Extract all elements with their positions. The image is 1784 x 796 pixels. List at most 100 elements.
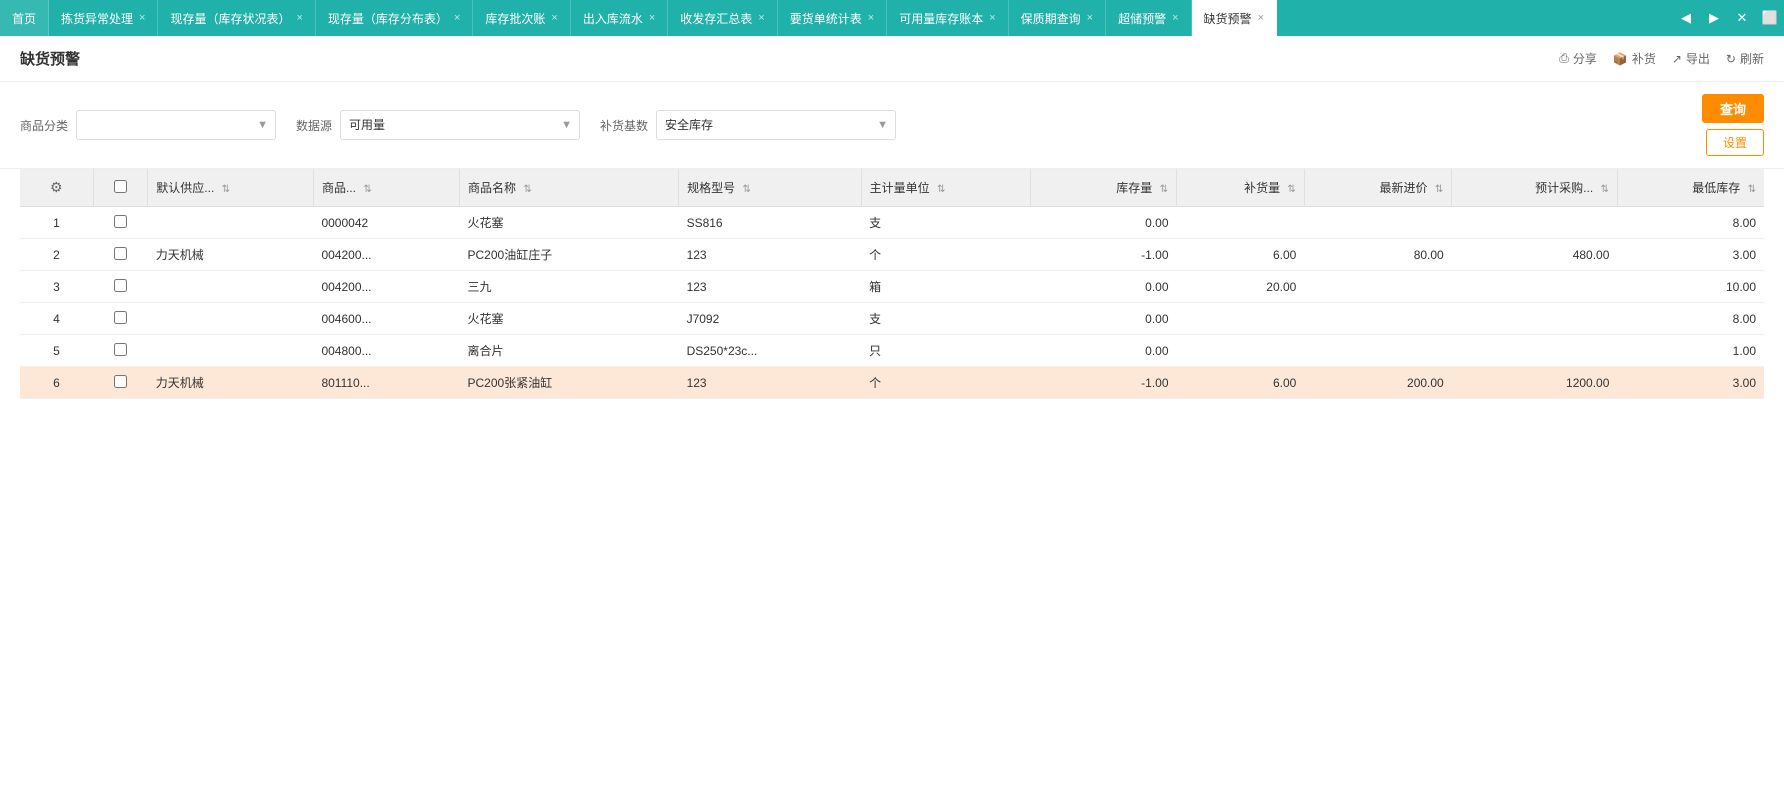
tab-close-receive-summary[interactable]: × (758, 12, 764, 24)
table-row: 1 0000042 火花塞 SS816 支 0.00 8.00 (20, 207, 1764, 239)
share-button[interactable]: ⎙ 分享 (1559, 50, 1597, 67)
row-estimated-purchase: 1200.00 (1452, 367, 1618, 399)
row-checkbox[interactable] (114, 343, 127, 356)
row-spec: DS250*23c... (679, 335, 862, 367)
row-checkbox[interactable] (114, 279, 127, 292)
min-stock-sort-icon[interactable]: ⇅ (1748, 184, 1756, 195)
replenish-base-select[interactable]: 安全库存 最低库存 (656, 110, 896, 140)
tab-nav-buttons: ◀ ▶ ✕ ⬜ (1672, 0, 1784, 36)
filter-bar: 商品分类 ▼ 数据源 可用量 库存量 ▼ 补货基数 安全库 (0, 82, 1784, 169)
replenish-base-filter-group: 补货基数 安全库存 最低库存 ▼ (600, 110, 896, 140)
row-latest-price: 200.00 (1304, 367, 1451, 399)
tab-available-ledger[interactable]: 可用量库存账本 × (887, 0, 1008, 36)
row-stock: 0.00 (1030, 335, 1176, 367)
row-index: 6 (20, 367, 93, 399)
row-index: 5 (20, 335, 93, 367)
table-body: 1 0000042 火花塞 SS816 支 0.00 8.00 2 力天机械 0… (20, 207, 1764, 399)
row-estimated-purchase (1452, 271, 1618, 303)
tab-shortage-warning[interactable]: 缺货预警 × (1192, 0, 1277, 36)
row-name: PC200张紧油缸 (460, 367, 679, 399)
row-unit: 支 (861, 303, 1030, 335)
tab-inout-flow[interactable]: 出入库流水 × (571, 0, 668, 36)
latest-price-sort-icon[interactable]: ⇅ (1435, 184, 1443, 195)
tab-close-batch-account[interactable]: × (551, 12, 557, 24)
row-stock: -1.00 (1030, 239, 1176, 271)
code-sort-icon[interactable]: ⇅ (363, 184, 371, 195)
row-checkbox[interactable] (114, 311, 127, 324)
datasource-select[interactable]: 可用量 库存量 (340, 110, 580, 140)
data-table: ⚙ 默认供应... ⇅ 商品... ⇅ 商品名称 ⇅ (20, 169, 1764, 399)
replenish-button[interactable]: 📦 补货 (1613, 50, 1656, 67)
tab-close-inventory-dist[interactable]: × (454, 12, 460, 24)
col-min-stock-header: 最低库存 ⇅ (1617, 169, 1764, 207)
row-stock: 0.00 (1030, 271, 1176, 303)
unit-sort-icon[interactable]: ⇅ (937, 184, 945, 195)
spec-sort-icon[interactable]: ⇅ (742, 184, 750, 195)
tab-prev-button[interactable]: ◀ (1672, 0, 1700, 36)
tab-expiry-query[interactable]: 保质期查询 × (1009, 0, 1106, 36)
row-name: PC200油缸庄子 (460, 239, 679, 271)
row-unit: 个 (861, 239, 1030, 271)
row-estimated-purchase (1452, 303, 1618, 335)
row-min-stock: 3.00 (1617, 367, 1764, 399)
row-supplier: 力天机械 (148, 239, 314, 271)
row-min-stock: 8.00 (1617, 207, 1764, 239)
row-check-cell (93, 271, 148, 303)
row-latest-price: 80.00 (1304, 239, 1451, 271)
tab-close-demand-stats[interactable]: × (868, 12, 874, 24)
tab-close-abnormal[interactable]: × (139, 12, 145, 24)
tab-home[interactable]: 首页 (0, 0, 49, 36)
row-min-stock: 10.00 (1617, 271, 1764, 303)
estimated-sort-icon[interactable]: ⇅ (1601, 184, 1609, 195)
row-spec: SS816 (679, 207, 862, 239)
stock-sort-icon[interactable]: ⇅ (1160, 184, 1168, 195)
row-checkbox[interactable] (114, 247, 127, 260)
refresh-button[interactable]: ↻ 刷新 (1726, 50, 1764, 67)
tab-next-button[interactable]: ▶ (1700, 0, 1728, 36)
row-checkbox[interactable] (114, 215, 127, 228)
row-spec: J7092 (679, 303, 862, 335)
category-label: 商品分类 (20, 117, 68, 134)
col-name-header: 商品名称 ⇅ (460, 169, 679, 207)
table-row: 3 004200... 三九 123 箱 0.00 20.00 10.00 (20, 271, 1764, 303)
category-select[interactable] (76, 110, 276, 140)
row-index: 2 (20, 239, 93, 271)
tab-receive-summary[interactable]: 收发存汇总表 × (668, 0, 777, 36)
name-sort-icon[interactable]: ⇅ (523, 184, 531, 195)
tab-inventory-status[interactable]: 现存量（库存状况表） × (158, 0, 315, 36)
tab-close-overstock-warning[interactable]: × (1172, 12, 1178, 24)
row-check-cell (93, 367, 148, 399)
col-estimated-header: 预计采购... ⇅ (1452, 169, 1618, 207)
tab-close-inout-flow[interactable]: × (649, 12, 655, 24)
supplier-sort-icon[interactable]: ⇅ (222, 184, 230, 195)
row-stock: 0.00 (1030, 303, 1176, 335)
gear-settings-button[interactable]: ⚙ (48, 177, 65, 198)
tab-close-shortage-warning[interactable]: × (1258, 12, 1264, 24)
tab-abnormal[interactable]: 拣货异常处理 × (49, 0, 158, 36)
row-checkbox[interactable] (114, 375, 127, 388)
export-button[interactable]: ↗ 导出 (1672, 50, 1710, 67)
row-name: 三九 (460, 271, 679, 303)
row-unit: 箱 (861, 271, 1030, 303)
tab-inventory-dist[interactable]: 现存量（库存分布表） × (316, 0, 473, 36)
tab-close-available-ledger[interactable]: × (989, 12, 995, 24)
col-supplier-header: 默认供应... ⇅ (148, 169, 314, 207)
tab-close-expiry-query[interactable]: × (1087, 12, 1093, 24)
tab-demand-stats[interactable]: 要货单统计表 × (778, 0, 887, 36)
header-actions: ⎙ 分享 📦 补货 ↗ 导出 ↻ 刷新 (1559, 50, 1764, 67)
settings-button[interactable]: 设置 (1706, 129, 1764, 156)
row-supplier: 力天机械 (148, 367, 314, 399)
replenish-base-label: 补货基数 (600, 117, 648, 134)
tab-close-inventory-status[interactable]: × (296, 12, 302, 24)
row-name: 火花塞 (460, 207, 679, 239)
row-check-cell (93, 207, 148, 239)
tab-maximize-button[interactable]: ⬜ (1756, 0, 1784, 36)
tab-overstock-warning[interactable]: 超储预警 × (1106, 0, 1191, 36)
select-all-checkbox[interactable] (114, 180, 127, 193)
row-supplier (148, 335, 314, 367)
tab-batch-account[interactable]: 库存批次账 × (473, 0, 570, 36)
tab-close-window-button[interactable]: ✕ (1728, 0, 1756, 36)
row-replenish (1177, 303, 1305, 335)
query-button[interactable]: 查询 (1702, 94, 1764, 123)
replenish-sort-icon[interactable]: ⇅ (1287, 184, 1295, 195)
